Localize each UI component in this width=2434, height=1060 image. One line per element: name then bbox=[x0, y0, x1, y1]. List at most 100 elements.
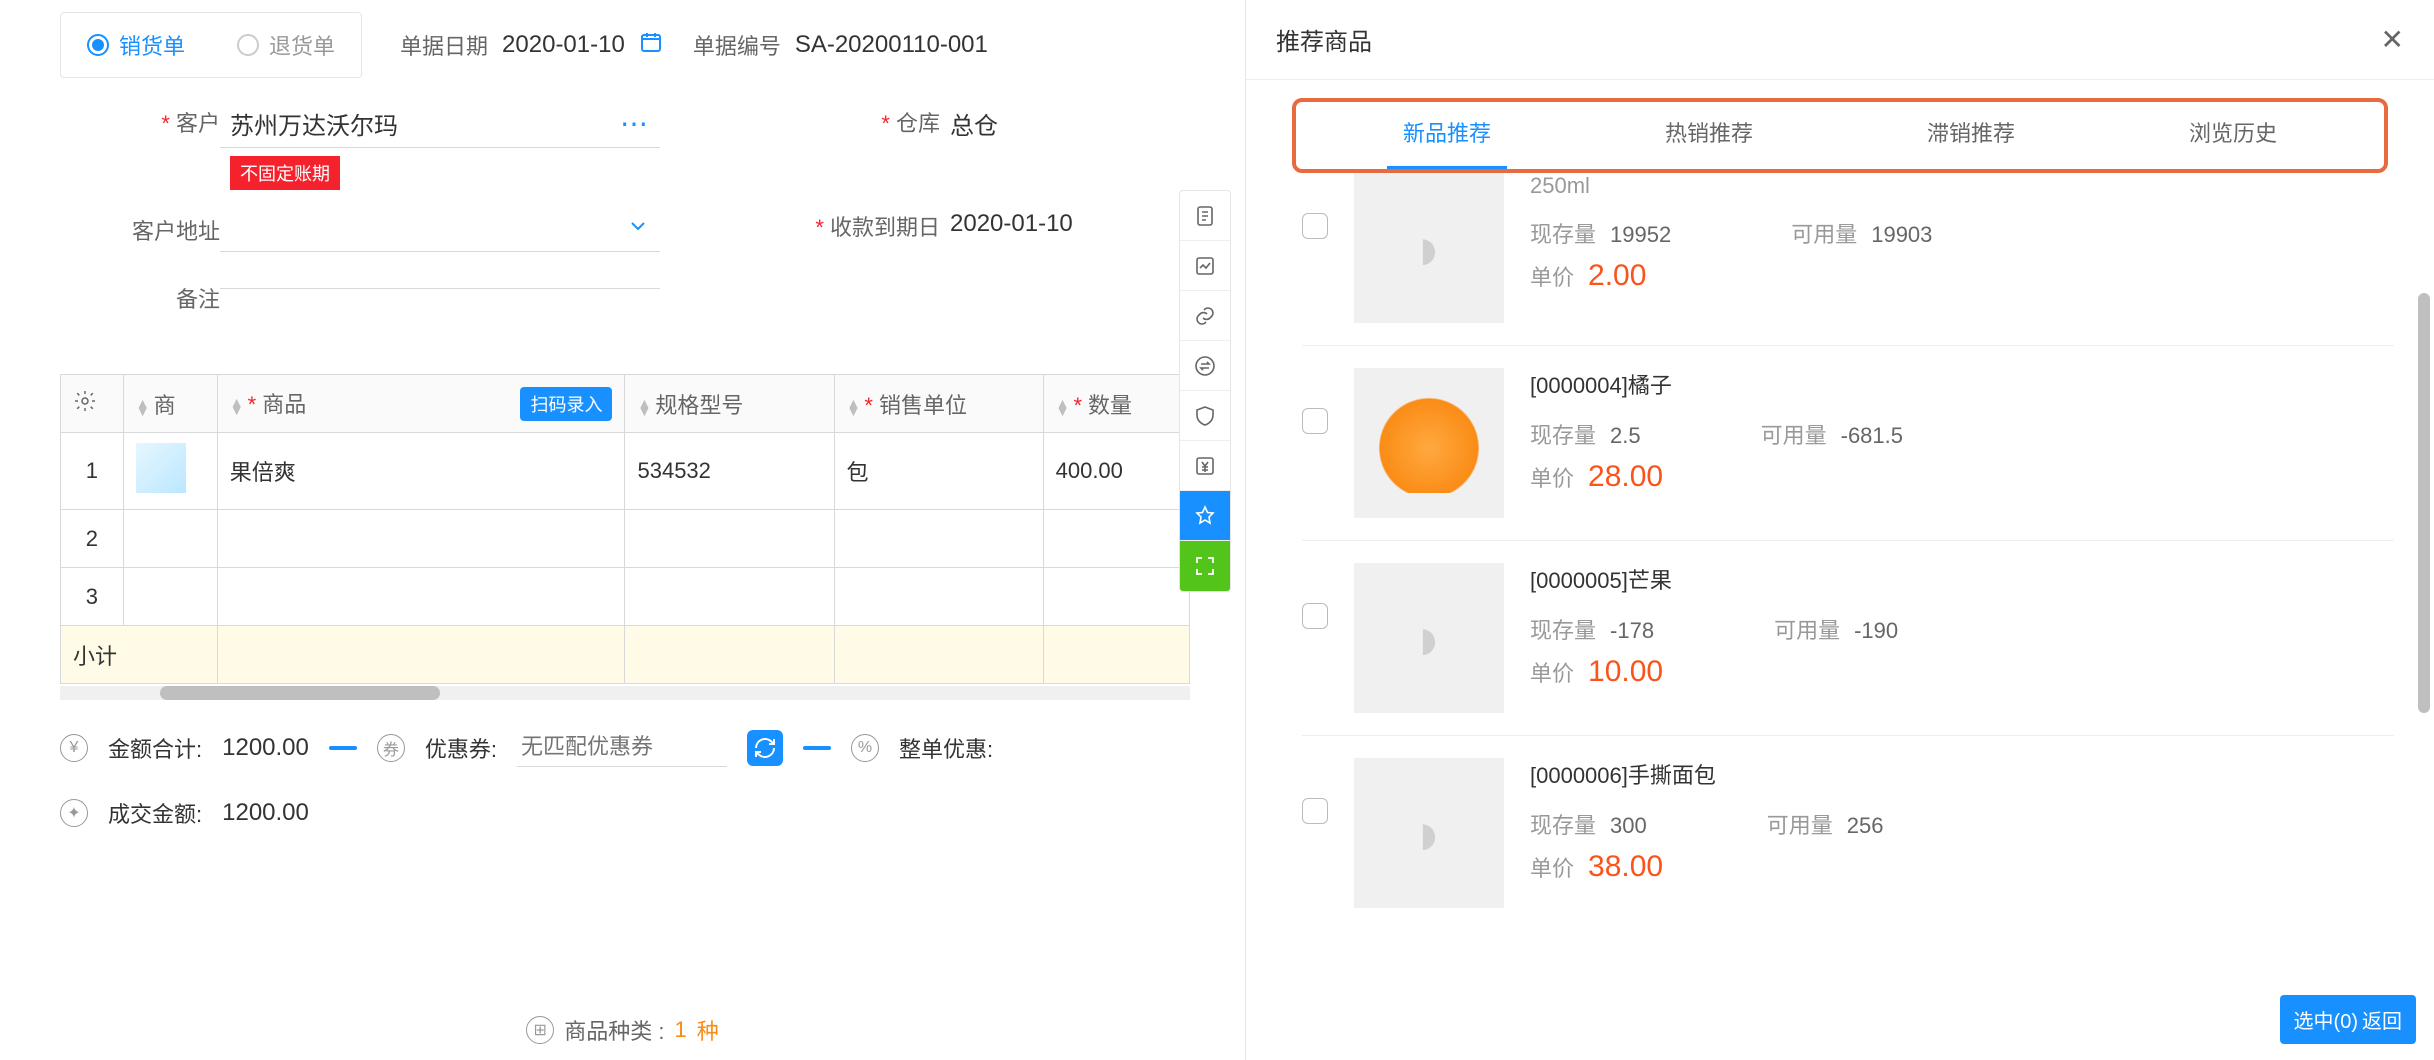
price-value: 28.00 bbox=[1588, 460, 1663, 493]
row-idx: 3 bbox=[61, 568, 124, 626]
list-item: ◗ 250ml 现存量19952 可用量19903 单价2.00 bbox=[1302, 173, 2394, 346]
form-area: *客户 苏州万达沃尔玛 ⋯ 不固定账期 客户地址 bbox=[60, 80, 1245, 354]
notes-icon[interactable] bbox=[1180, 191, 1230, 241]
amount-label: 金额合计: bbox=[108, 732, 202, 764]
stock-value: -178 bbox=[1610, 618, 1654, 643]
product-thumb: ◗ bbox=[1354, 173, 1504, 323]
discount-label: 整单优惠: bbox=[899, 732, 993, 764]
row-name[interactable]: 果倍爽 bbox=[217, 433, 625, 510]
addr-input[interactable] bbox=[220, 208, 660, 252]
tab-sale-label: 销货单 bbox=[119, 29, 185, 61]
row-unit[interactable]: 包 bbox=[834, 433, 1043, 510]
doc-date-label: 单据日期 bbox=[400, 29, 488, 61]
discount-icon: % bbox=[851, 734, 879, 762]
shield-icon[interactable] bbox=[1180, 391, 1230, 441]
product-thumb: ◗ bbox=[1354, 758, 1504, 908]
v-scrollbar[interactable] bbox=[2418, 293, 2430, 713]
product-thumb: ◗ bbox=[1354, 563, 1504, 713]
scan-button[interactable]: 扫码录入 bbox=[520, 387, 612, 421]
swap-icon[interactable] bbox=[1180, 341, 1230, 391]
table-row[interactable]: 2 bbox=[61, 510, 1190, 568]
tab-hot[interactable]: 热销推荐 bbox=[1649, 116, 1769, 169]
currency-icon[interactable] bbox=[1180, 441, 1230, 491]
recommend-panel: 推荐商品 ✕ 新品推荐 热销推荐 滞销推荐 浏览历史 ◗ 250ml 现存量19… bbox=[1245, 0, 2434, 1060]
stock-value: 300 bbox=[1610, 813, 1647, 838]
table-row[interactable]: 1 果倍爽 534532 包 400.00 bbox=[61, 433, 1190, 510]
radio-icon bbox=[87, 34, 109, 56]
recommend-tabs: 新品推荐 热销推荐 滞销推荐 浏览历史 bbox=[1292, 98, 2388, 173]
subtotal-label: 小计 bbox=[61, 626, 218, 684]
chart-icon[interactable] bbox=[1180, 241, 1230, 291]
stock-value: 19952 bbox=[1610, 222, 1671, 247]
customer-input[interactable]: 苏州万达沃尔玛 ⋯ bbox=[220, 100, 660, 148]
remark-input[interactable] bbox=[220, 276, 660, 289]
checkbox[interactable] bbox=[1302, 408, 1328, 434]
checkbox[interactable] bbox=[1302, 603, 1328, 629]
selected-return-button[interactable]: 选中(0)返回 bbox=[2280, 995, 2416, 1044]
calendar-icon[interactable] bbox=[639, 30, 663, 60]
subtotal-row: 小计 bbox=[61, 626, 1190, 684]
col-spec[interactable]: ▲▼规格型号 bbox=[625, 375, 834, 433]
doc-no-value: SA-20200110-001 bbox=[795, 31, 988, 59]
tab-return-label: 退货单 bbox=[269, 29, 335, 61]
chevron-down-icon[interactable] bbox=[626, 214, 650, 245]
star-icon[interactable] bbox=[1180, 491, 1230, 541]
deal-icon: ✦ bbox=[60, 799, 88, 827]
period-badge: 不固定账期 bbox=[230, 156, 340, 190]
deal-label: 成交金额: bbox=[108, 797, 202, 829]
col-unit[interactable]: ▲▼*销售单位 bbox=[834, 375, 1043, 433]
line-items-table: ▲▼商 ▲▼*商品扫码录入 ▲▼规格型号 ▲▼*销售单位 ▲▼*数量 1 果倍爽… bbox=[60, 374, 1190, 700]
tab-sale[interactable]: 销货单 bbox=[61, 13, 211, 77]
tab-slow[interactable]: 滞销推荐 bbox=[1911, 116, 2031, 169]
panel-title: 推荐商品 bbox=[1276, 22, 1372, 57]
table-row[interactable]: 3 bbox=[61, 568, 1190, 626]
footer-summary: ⊞ 商品种类 : 1 种 bbox=[0, 1000, 1245, 1060]
doc-no-label: 单据编号 bbox=[693, 29, 781, 61]
row-thumb bbox=[123, 433, 217, 510]
due-label: *收款到期日 bbox=[740, 204, 940, 242]
close-icon[interactable]: ✕ bbox=[2381, 23, 2404, 56]
col-name[interactable]: ▲▼*商品扫码录入 bbox=[217, 375, 625, 433]
list-item: ◗ [0000006]手撕面包 现存量300 可用量256 单价38.00 bbox=[1302, 736, 2394, 930]
amount-value: 1200.00 bbox=[222, 734, 309, 762]
link-icon[interactable] bbox=[1180, 291, 1230, 341]
doc-no-field: 单据编号 SA-20200110-001 bbox=[693, 29, 988, 61]
row-spec[interactable]: 534532 bbox=[625, 433, 834, 510]
totals-area: ¥ 金额合计: 1200.00 券 优惠券: % 整单优惠: ✦ 成交金额: 1… bbox=[60, 700, 1245, 887]
side-toolbar bbox=[1179, 190, 1231, 592]
col-img[interactable]: ▲▼商 bbox=[123, 375, 217, 433]
addr-label: 客户地址 bbox=[60, 208, 220, 246]
customer-label: *客户 bbox=[60, 100, 220, 138]
kinds-suffix: 种 bbox=[697, 1014, 719, 1046]
refresh-button[interactable] bbox=[747, 730, 783, 766]
product-name: 250ml bbox=[1530, 173, 2394, 199]
price-value: 2.00 bbox=[1588, 259, 1646, 292]
col-qty[interactable]: ▲▼*数量 bbox=[1043, 375, 1189, 433]
doc-date-value[interactable]: 2020-01-10 bbox=[502, 31, 625, 59]
doc-type-tabs: 销货单 退货单 bbox=[60, 12, 362, 78]
avail-value: -190 bbox=[1854, 618, 1898, 643]
col-settings[interactable] bbox=[61, 375, 124, 433]
h-scrollbar[interactable] bbox=[60, 686, 1190, 700]
warehouse-label: *仓库 bbox=[740, 100, 940, 138]
product-list[interactable]: ◗ 250ml 现存量19952 可用量19903 单价2.00 [000000… bbox=[1246, 173, 2434, 1060]
doc-header-row: 销货单 退货单 单据日期 2020-01-10 单据编号 SA-20200110… bbox=[60, 10, 1245, 80]
tab-new[interactable]: 新品推荐 bbox=[1387, 116, 1507, 169]
stock-value: 2.5 bbox=[1610, 423, 1641, 448]
row-qty[interactable]: 400.00 bbox=[1043, 433, 1189, 510]
checkbox[interactable] bbox=[1302, 213, 1328, 239]
coupon-input[interactable] bbox=[517, 728, 727, 767]
list-item: [0000004]橘子 现存量2.5 可用量-681.5 单价28.00 bbox=[1302, 346, 2394, 541]
tab-history[interactable]: 浏览历史 bbox=[2173, 116, 2293, 169]
ellipsis-icon[interactable]: ⋯ bbox=[620, 107, 650, 140]
checkbox[interactable] bbox=[1302, 798, 1328, 824]
remark-label: 备注 bbox=[60, 276, 220, 314]
deal-value: 1200.00 bbox=[222, 799, 309, 827]
kinds-label: 商品种类 : bbox=[564, 1014, 664, 1046]
list-item: ◗ [0000005]芒果 现存量-178 可用量-190 单价10.00 bbox=[1302, 541, 2394, 736]
expand-icon[interactable] bbox=[1180, 541, 1230, 591]
product-name: [0000005]芒果 bbox=[1530, 563, 2394, 595]
avail-value: 19903 bbox=[1871, 222, 1932, 247]
tab-return[interactable]: 退货单 bbox=[211, 13, 361, 77]
dash-icon bbox=[803, 746, 831, 750]
